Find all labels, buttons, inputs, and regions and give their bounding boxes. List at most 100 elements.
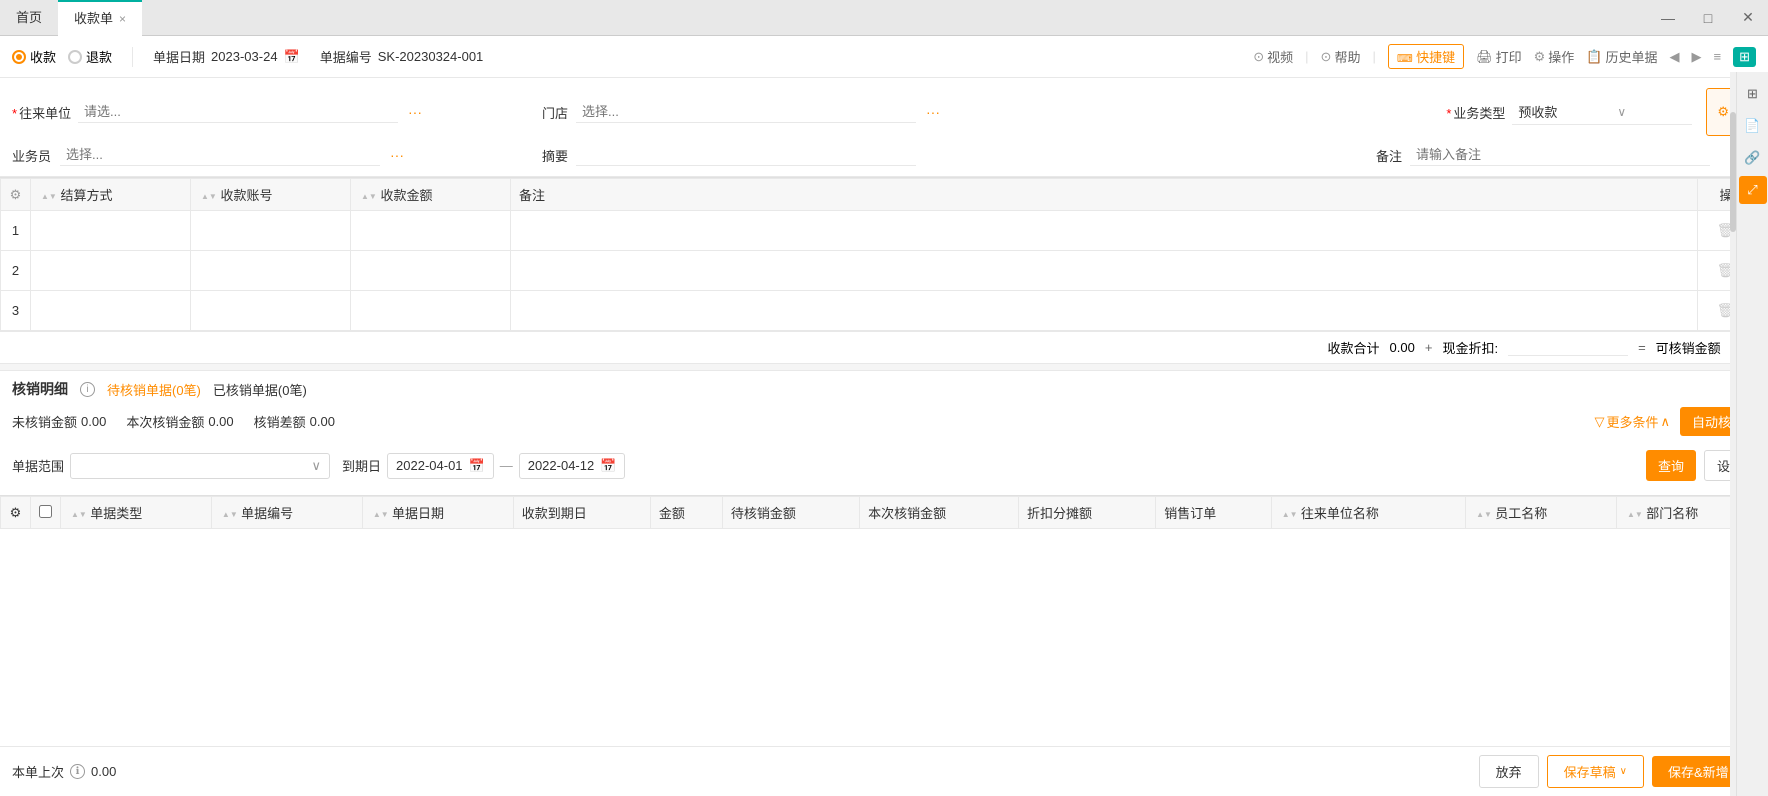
window-controls: — □ ✕ [1648, 0, 1768, 36]
counterparty-input[interactable] [78, 101, 398, 123]
row-2-settlement[interactable] [31, 251, 191, 291]
start-date-input[interactable]: 2022-04-01 📅 [387, 453, 494, 479]
radio-refund[interactable]: 退款 [68, 47, 112, 66]
table-gear-icon[interactable]: ⚙ [10, 187, 22, 202]
form-row-1: 往来单位 ··· 门店 ··· 业务类型 预收款 ∨ ⚙ 设置 [12, 88, 1756, 136]
footer-info-icon[interactable]: ℹ [70, 764, 85, 779]
more-conditions-btn[interactable]: ▽ 更多条件 ∧ [1594, 412, 1670, 431]
sidebar-expand-btn[interactable]: ⤢ [1739, 176, 1767, 204]
shortcut-btn[interactable]: ⌨ 快捷键 [1388, 44, 1464, 69]
bottom-gear-icon[interactable]: ⚙ [10, 505, 22, 520]
end-date-value: 2022-04-12 [528, 458, 595, 473]
sidebar-link-btn[interactable]: 🔗 [1739, 144, 1767, 172]
footer-right: 放弃 保存草稿 ∨ 保存&新增 ∨ [1479, 755, 1756, 788]
operation-label: 操作 [1548, 47, 1574, 66]
window-max-btn[interactable]: □ [1688, 0, 1728, 36]
print-icon: 🖨 [1476, 49, 1493, 65]
more-conditions-label: 更多条件 [1606, 412, 1658, 431]
row-1-settlement[interactable] [31, 211, 191, 251]
reconcile-info-icon[interactable]: i [80, 382, 95, 397]
completed-tab[interactable]: 已核销单据(0笔) [213, 380, 307, 399]
bottom-check-all[interactable] [39, 505, 52, 518]
business-type-select[interactable]: 预收款 ∨ [1512, 99, 1692, 125]
page-footer: 本单上次 ℹ 0.00 放弃 保存草稿 ∨ 保存&新增 ∨ [0, 746, 1768, 796]
discount-label: 现金折扣: [1442, 338, 1498, 357]
business-type-field: 业务类型 预收款 ∨ ⚙ 设置 [1446, 88, 1756, 136]
sort-arrows-amount: ▲▼ [361, 192, 377, 201]
settings-icon: ⚙ [1717, 104, 1729, 120]
sort-number: ▲▼ [222, 510, 238, 519]
pending-tab[interactable]: 待核销单据(0笔) [107, 380, 201, 399]
tab-home[interactable]: 首页 [0, 0, 58, 36]
sort-employee: ▲▼ [1476, 510, 1492, 519]
tab-active[interactable]: 收款单 × [58, 0, 142, 36]
discount-input[interactable] [1508, 340, 1628, 356]
video-label: 视频 [1267, 47, 1293, 66]
store-input[interactable] [576, 101, 916, 123]
video-btn[interactable]: ⊙ 视频 [1253, 47, 1293, 66]
row-1-amount[interactable] [351, 211, 511, 251]
reconcile-header: 核销明细 i 待核销单据(0笔) 已核销单据(0笔) [12, 379, 1756, 399]
col-pending: 待核销金额 [722, 497, 859, 529]
top-toolbar: 收款 退款 单据日期 2023-03-24 📅 单据编号 SK-20230324… [0, 36, 1768, 78]
history-btn[interactable]: 📋 历史单据 [1586, 47, 1657, 66]
col-discount: 折扣分摊额 [1019, 497, 1156, 529]
nav-left-btn[interactable]: ◀ [1670, 49, 1680, 65]
start-date-cal-icon[interactable]: 📅 [469, 458, 485, 474]
business-type-label: 业务类型 [1446, 103, 1506, 122]
col-due-date: 收款到期日 [513, 497, 650, 529]
counterparty-more-btn[interactable]: ··· [404, 104, 426, 120]
row-1-remark[interactable] [511, 211, 1698, 251]
row-3-account[interactable] [191, 291, 351, 331]
tab-close-btn[interactable]: × [119, 1, 126, 37]
row-2-amount[interactable] [351, 251, 511, 291]
save-draft-btn[interactable]: 保存草稿 ∨ [1547, 755, 1644, 788]
row-2-remark[interactable] [511, 251, 1698, 291]
end-date-cal-icon[interactable]: 📅 [600, 458, 616, 474]
cal-icon[interactable]: 📅 [284, 49, 300, 65]
grid-view-btn[interactable]: ⊞ [1733, 47, 1756, 67]
scroll-thumb[interactable] [1730, 112, 1736, 232]
row-2-account[interactable] [191, 251, 351, 291]
list-view-btn[interactable]: ≡ [1714, 49, 1722, 64]
date-separator: — [500, 458, 513, 473]
counterparty-label: 往来单位 [12, 103, 72, 122]
row-3-amount[interactable] [351, 291, 511, 331]
video-icon: ⊙ [1253, 49, 1264, 65]
col-counterparty: ▲▼ 往来单位名称 [1271, 497, 1465, 529]
row-1-account[interactable] [191, 211, 351, 251]
sort-department: ▲▼ [1627, 510, 1643, 519]
store-more-btn[interactable]: ··· [922, 104, 944, 120]
abandon-btn[interactable]: 放弃 [1479, 755, 1539, 788]
nav-left-icon: ◀ [1670, 49, 1680, 65]
sidebar-table-btn[interactable]: ⊞ [1739, 80, 1767, 108]
help-icon: ⊙ [1321, 49, 1332, 65]
history-icon: 📋 [1586, 49, 1602, 65]
salesperson-input[interactable] [60, 144, 380, 166]
print-btn[interactable]: 🖨 打印 [1476, 47, 1522, 66]
salesperson-more-btn[interactable]: ··· [386, 147, 408, 163]
range-select[interactable]: ∨ [70, 453, 330, 479]
tab-bar: 首页 收款单 × — □ ✕ [0, 0, 1768, 36]
list-view-icon: ≡ [1714, 49, 1722, 64]
save-new-label: 保存&新增 [1668, 762, 1729, 781]
date-value[interactable]: 2023-03-24 [211, 49, 278, 64]
table-row: 2 🗑 ⧉ [1, 251, 1768, 291]
difference-label: 核销差额 [254, 412, 306, 431]
end-date-input[interactable]: 2022-04-12 📅 [519, 453, 626, 479]
row-3-settlement[interactable] [31, 291, 191, 331]
window-close-btn[interactable]: ✕ [1728, 0, 1768, 36]
date-field: 单据日期 2023-03-24 📅 [153, 47, 300, 66]
query-btn[interactable]: 查询 [1646, 450, 1696, 481]
row-3-remark[interactable] [511, 291, 1698, 331]
summary-input[interactable] [576, 144, 916, 166]
operation-icon: ⚙ [1534, 49, 1546, 65]
sidebar-document-btn[interactable]: 📄 [1739, 112, 1767, 140]
window-min-btn[interactable]: — [1648, 0, 1688, 36]
nav-right-btn[interactable]: ▶ [1692, 49, 1702, 65]
operation-btn[interactable]: ⚙ 操作 [1534, 47, 1575, 66]
this-page-value: 0.00 [91, 764, 116, 779]
help-btn[interactable]: ⊙ 帮助 [1321, 47, 1361, 66]
radio-receive[interactable]: 收款 [12, 47, 56, 66]
remark-input[interactable] [1410, 144, 1710, 166]
